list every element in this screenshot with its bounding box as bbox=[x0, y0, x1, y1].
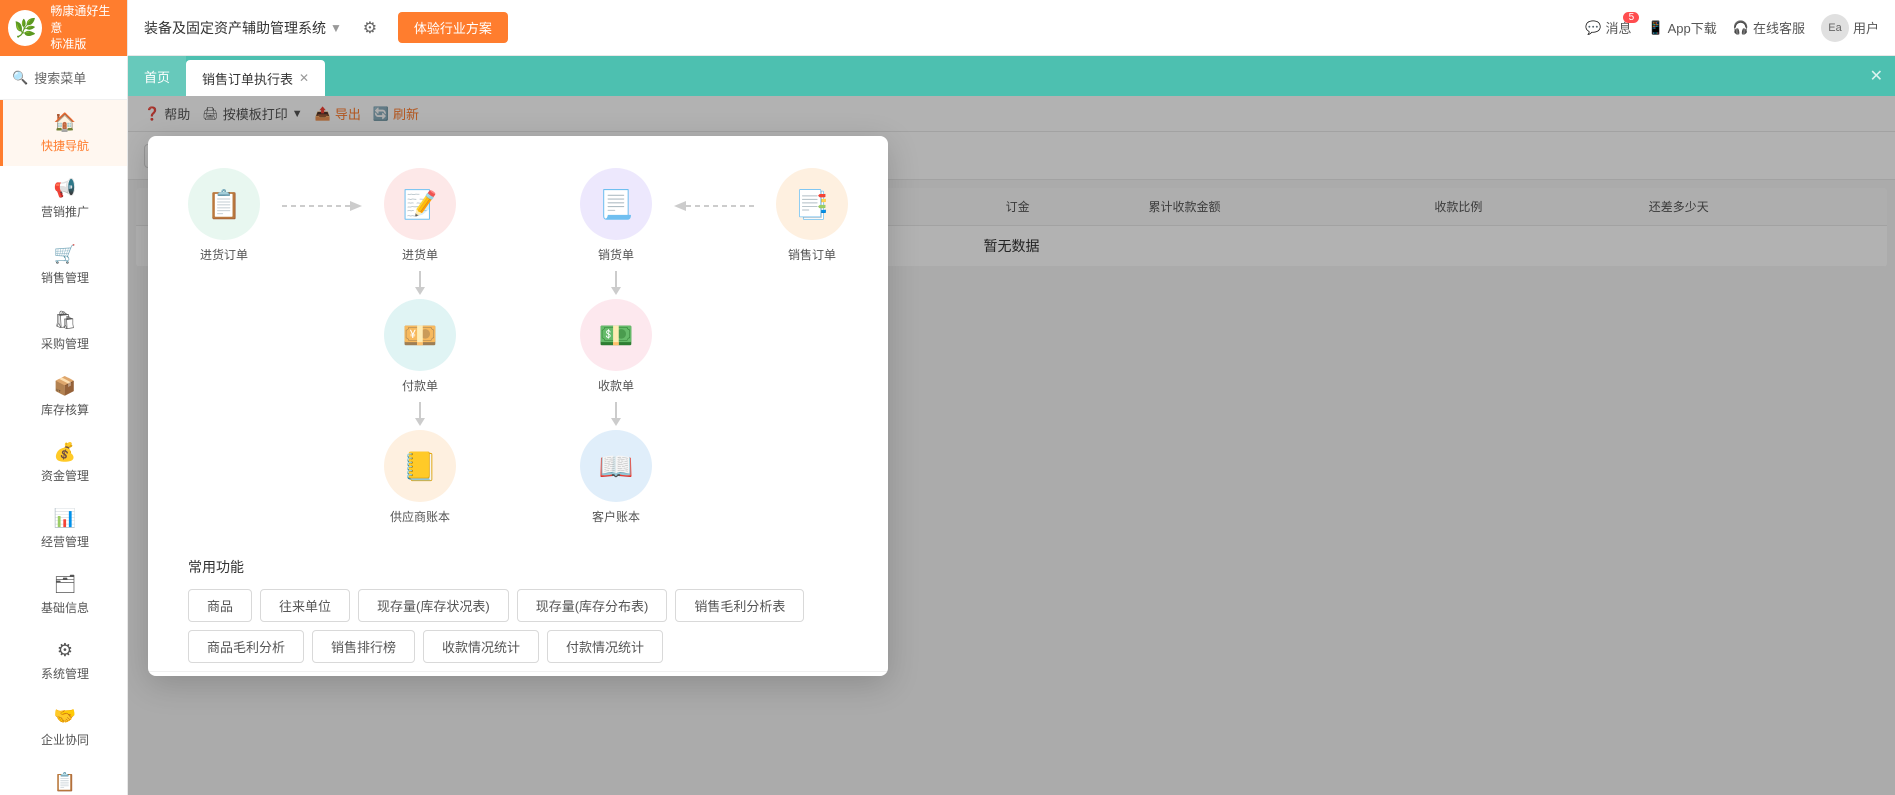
base-icon: 🗂 bbox=[54, 574, 77, 595]
flow-sales-order[interactable]: 📑 销售订单 bbox=[776, 168, 848, 263]
home-icon: 🏠 bbox=[54, 112, 76, 133]
overlay: 📋 进货订单 bbox=[128, 96, 1895, 795]
download-icon: 📱 bbox=[1647, 20, 1663, 36]
flow-section: 📋 进货订单 bbox=[148, 136, 888, 545]
btn-payment-stats[interactable]: 付款情况统计 bbox=[547, 630, 663, 663]
customer-ledger-icon: 📖 bbox=[580, 430, 652, 502]
payment-bill-label: 付款单 bbox=[402, 377, 438, 394]
customer-ledger-label: 客户账本 bbox=[592, 508, 640, 525]
sidebar-item-sales[interactable]: 🛒 销售管理 bbox=[0, 232, 127, 298]
btn-counterparty[interactable]: 往来单位 bbox=[260, 589, 350, 622]
finance-icon: 💰 bbox=[54, 442, 76, 463]
sidebar-item-inventory[interactable]: 📦 库存核算 bbox=[0, 364, 127, 430]
sales-bill-label: 销货单 bbox=[598, 246, 634, 263]
tab-close-icon[interactable]: ✕ bbox=[299, 71, 309, 85]
service-icon: 🎧 bbox=[1733, 20, 1749, 36]
topbar-actions: 💬 消息 5 📱 App下载 🎧 在线客服 Ea 用户 bbox=[1585, 14, 1879, 42]
arrow-1 bbox=[260, 196, 384, 216]
flow-purchase-bill[interactable]: 📝 进货单 bbox=[384, 168, 456, 263]
flow-supplier-ledger[interactable]: 📒 供应商账本 bbox=[384, 430, 456, 525]
flow-sales-bill[interactable]: 📃 销货单 bbox=[580, 168, 652, 263]
collab-icon: 🤝 bbox=[54, 706, 76, 727]
search-menu-button[interactable]: 🔍 搜索菜单 bbox=[8, 64, 119, 91]
sidebar-item-base[interactable]: 🗂 基础信息 bbox=[0, 562, 127, 628]
down-arrow-receipt bbox=[580, 402, 652, 426]
operations-icon: 📊 bbox=[54, 508, 76, 529]
search-icon: 🔍 bbox=[12, 70, 28, 86]
common-functions-title: 常用功能 bbox=[188, 557, 848, 577]
dropdown-icon[interactable]: ▼ bbox=[330, 21, 342, 35]
sidebar-item-operations[interactable]: 📊 经营管理 bbox=[0, 496, 127, 562]
trial-button[interactable]: 体验行业方案 bbox=[398, 12, 508, 43]
settings-icon[interactable]: ⚙ bbox=[354, 12, 386, 44]
btn-receipt-stats[interactable]: 收款情况统计 bbox=[423, 630, 539, 663]
sales-bill-icon: 📃 bbox=[580, 168, 652, 240]
sidebar-item-quick-nav[interactable]: 🏠 快捷导航 bbox=[0, 100, 127, 166]
logo-text: 畅康通好生意 标准版 bbox=[50, 3, 119, 53]
system-icon: ⚙ bbox=[57, 640, 73, 661]
supplier-ledger-label: 供应商账本 bbox=[390, 508, 450, 525]
purchase-order-label: 进货订单 bbox=[200, 246, 248, 263]
message-action[interactable]: 💬 消息 5 bbox=[1585, 18, 1631, 37]
btn-product-gross[interactable]: 商品毛利分析 bbox=[188, 630, 304, 663]
sales-order-tab-label: 销售订单执行表 bbox=[202, 69, 293, 88]
avatar: Ea bbox=[1821, 14, 1849, 42]
sidebar-item-guide[interactable]: 📋 新手引导 bbox=[0, 760, 127, 795]
sales-order-label: 销售订单 bbox=[788, 246, 836, 263]
marketing-icon: 📢 bbox=[54, 178, 76, 199]
down-arrow-sales bbox=[580, 271, 652, 295]
flow-payment-bill[interactable]: 💴 付款单 bbox=[384, 299, 456, 394]
system-title: 装备及固定资产辅助管理系统 ▼ bbox=[144, 18, 342, 38]
tab-close-main[interactable]: ✕ bbox=[1858, 56, 1895, 96]
purchase-bill-label: 进货单 bbox=[402, 246, 438, 263]
user-action[interactable]: Ea 用户 bbox=[1821, 14, 1879, 42]
btn-stock-status[interactable]: 现存量(库存状况表) bbox=[358, 589, 509, 622]
sidebar-nav: 🏠 快捷导航 📢 营销推广 🛒 销售管理 🛍 采购管理 📦 库存核算 💰 bbox=[0, 100, 127, 795]
guide-icon: 📋 bbox=[54, 772, 76, 793]
btn-stock-distribution[interactable]: 现存量(库存分布表) bbox=[517, 589, 668, 622]
btn-sales-rank[interactable]: 销售排行榜 bbox=[312, 630, 415, 663]
tabbar: 首页 销售订单执行表 ✕ ✕ bbox=[128, 56, 1895, 96]
down-arrow-payment bbox=[384, 402, 456, 426]
sidebar-search[interactable]: 🔍 搜索菜单 bbox=[0, 56, 127, 100]
sidebar-item-collab[interactable]: 🤝 企业协同 bbox=[0, 694, 127, 760]
tab-sales-order[interactable]: 销售订单执行表 ✕ bbox=[186, 60, 325, 96]
common-buttons: 商品 往来单位 现存量(库存状况表) 现存量(库存分布表) 销售毛利分析表 商品… bbox=[188, 589, 848, 663]
content-area: ❓ 帮助 🖨 按模板打印 ▼ 📤 导出 🔄 刷新 bbox=[128, 96, 1895, 795]
main-content: 装备及固定资产辅助管理系统 ▼ ⚙ 体验行业方案 💬 消息 5 📱 App下载 … bbox=[128, 0, 1895, 795]
btn-sales-gross[interactable]: 销售毛利分析表 bbox=[675, 589, 804, 622]
sidebar-item-finance[interactable]: 💰 资金管理 bbox=[0, 430, 127, 496]
supplier-ledger-icon: 📒 bbox=[384, 430, 456, 502]
sales-order-icon: 📑 bbox=[776, 168, 848, 240]
inventory-icon: 📦 bbox=[54, 376, 76, 397]
btn-product[interactable]: 商品 bbox=[188, 589, 252, 622]
sidebar: 🌿 畅康通好生意 标准版 🔍 搜索菜单 🏠 快捷导航 📢 营销推广 🛒 bbox=[0, 0, 128, 795]
down-arrow-purchase bbox=[384, 271, 456, 295]
common-functions-section: 常用功能 商品 往来单位 现存量(库存状况表) 现存量(库存分布表) 销售毛利分… bbox=[148, 545, 888, 671]
receipt-bill-icon: 💵 bbox=[580, 299, 652, 371]
flow-dialog: 📋 进货订单 bbox=[148, 136, 888, 676]
home-tab-label: 首页 bbox=[144, 67, 170, 86]
online-service-action[interactable]: 🎧 在线客服 bbox=[1733, 18, 1805, 37]
message-icon: 💬 bbox=[1585, 20, 1601, 36]
sidebar-item-system[interactable]: ⚙ 系统管理 bbox=[0, 628, 127, 694]
flow-customer-ledger[interactable]: 📖 客户账本 bbox=[580, 430, 652, 525]
payment-bill-icon: 💴 bbox=[384, 299, 456, 371]
scroll-section: ◀ ▶ bbox=[148, 671, 888, 676]
purchase-bill-icon: 📝 bbox=[384, 168, 456, 240]
sidebar-item-purchase[interactable]: 🛍 采购管理 bbox=[0, 298, 127, 364]
app-download-action[interactable]: 📱 App下载 bbox=[1647, 18, 1716, 37]
flow-receipt-bill[interactable]: 💵 收款单 bbox=[580, 299, 652, 394]
sales-icon: 🛒 bbox=[54, 244, 76, 265]
sidebar-logo: 🌿 畅康通好生意 标准版 bbox=[0, 0, 127, 56]
receipt-bill-label: 收款单 bbox=[598, 377, 634, 394]
sidebar-item-marketing[interactable]: 📢 营销推广 bbox=[0, 166, 127, 232]
purchase-icon: 🛍 bbox=[54, 310, 77, 331]
arrow-2 bbox=[652, 196, 776, 216]
topbar: 装备及固定资产辅助管理系统 ▼ ⚙ 体验行业方案 💬 消息 5 📱 App下载 … bbox=[128, 0, 1895, 56]
tab-home[interactable]: 首页 bbox=[128, 56, 186, 96]
flow-purchase-order[interactable]: 📋 进货订单 bbox=[188, 168, 260, 263]
logo-icon: 🌿 bbox=[8, 10, 42, 46]
purchase-order-icon: 📋 bbox=[188, 168, 260, 240]
